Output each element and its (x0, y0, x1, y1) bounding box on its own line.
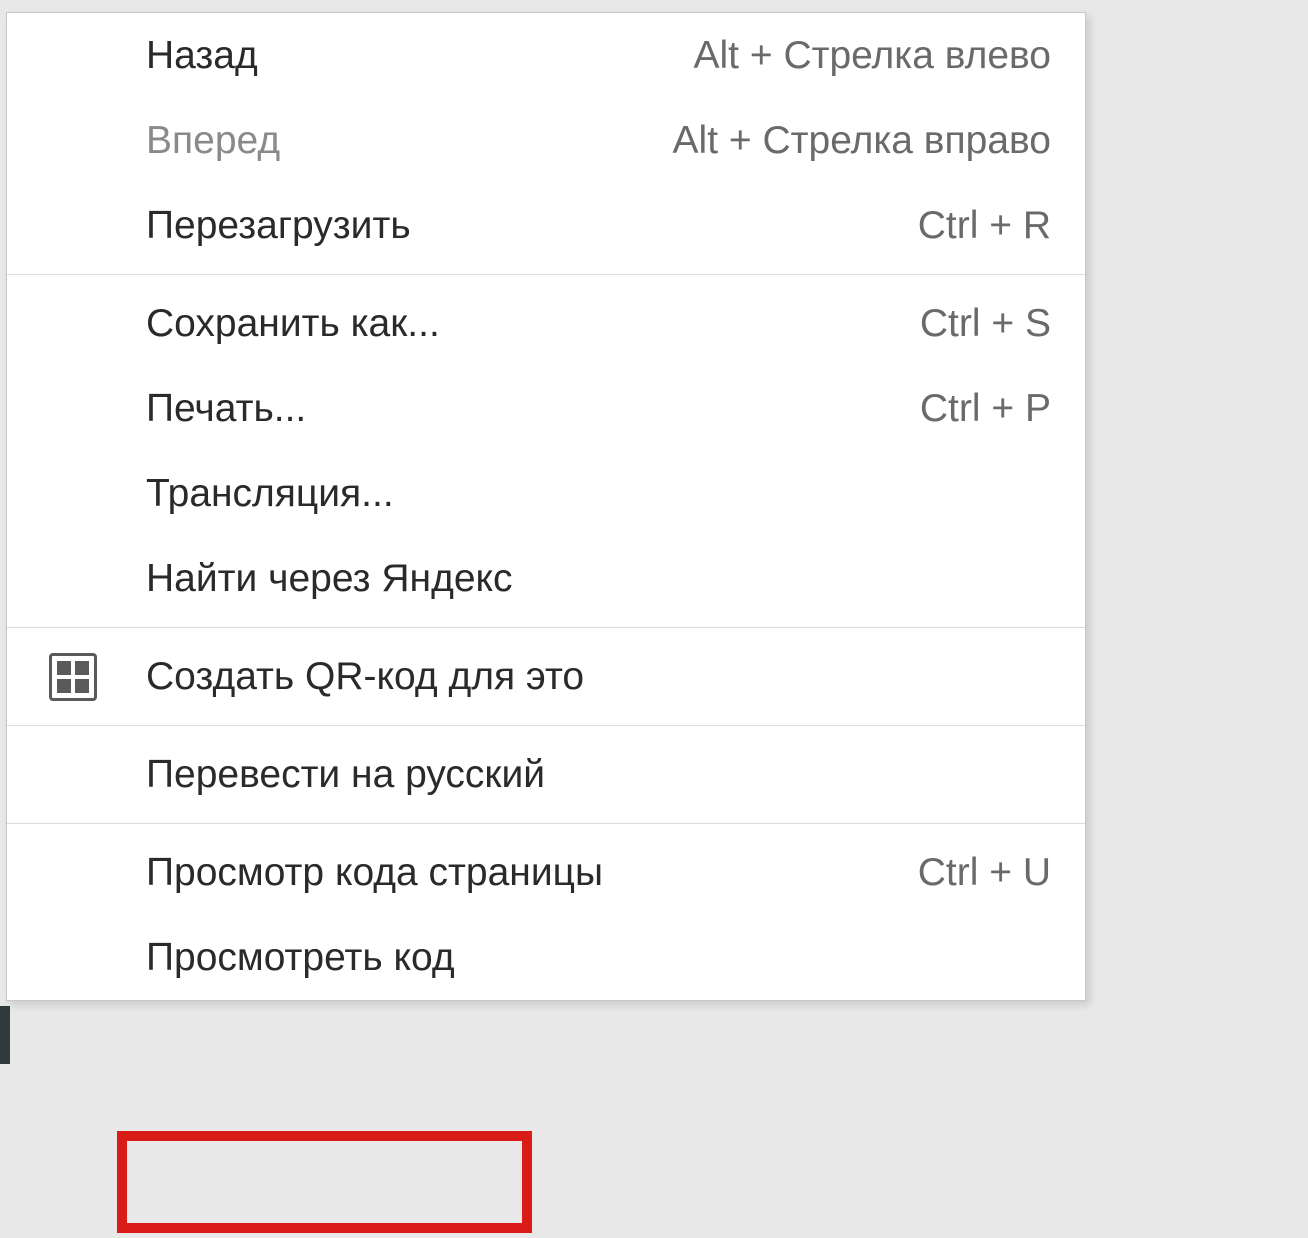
menu-item-back[interactable]: Назад Alt + Стрелка влево (7, 13, 1085, 98)
separator (7, 725, 1085, 726)
menu-item-label: Печать... (146, 387, 920, 431)
menu-item-forward: Вперед Alt + Стрелка вправо (7, 98, 1085, 183)
menu-item-label: Найти через Яндекс (146, 557, 1051, 601)
menu-item-label: Вперед (146, 119, 673, 163)
menu-item-shortcut: Ctrl + R (918, 204, 1061, 248)
menu-item-shortcut: Alt + Стрелка влево (693, 34, 1061, 78)
separator (7, 823, 1085, 824)
menu-item-label: Просмотреть код (146, 936, 1051, 980)
menu-item-view-source[interactable]: Просмотр кода страницы Ctrl + U (7, 830, 1085, 915)
menu-item-cast[interactable]: Трансляция... (7, 451, 1085, 536)
menu-item-label: Назад (146, 34, 693, 78)
menu-item-label: Перезагрузить (146, 204, 918, 248)
menu-item-create-qr[interactable]: Создать QR-код для это (7, 634, 1085, 719)
menu-item-shortcut: Ctrl + S (920, 302, 1061, 346)
menu-item-label: Просмотр кода страницы (146, 851, 918, 895)
menu-item-reload[interactable]: Перезагрузить Ctrl + R (7, 183, 1085, 268)
context-menu: Назад Alt + Стрелка влево Вперед Alt + С… (6, 12, 1086, 1001)
background-strip (0, 1006, 10, 1064)
qr-icon (31, 653, 146, 701)
separator (7, 274, 1085, 275)
separator (7, 627, 1085, 628)
menu-item-save-as[interactable]: Сохранить как... Ctrl + S (7, 281, 1085, 366)
menu-item-shortcut: Alt + Стрелка вправо (673, 119, 1061, 163)
menu-item-label: Сохранить как... (146, 302, 920, 346)
menu-item-translate[interactable]: Перевести на русский (7, 732, 1085, 817)
menu-item-shortcut: Ctrl + U (918, 851, 1061, 895)
menu-item-inspect[interactable]: Просмотреть код (7, 915, 1085, 1000)
menu-item-label: Перевести на русский (146, 753, 1051, 797)
menu-item-shortcut: Ctrl + P (920, 387, 1061, 431)
highlight-annotation (117, 1131, 532, 1233)
menu-item-print[interactable]: Печать... Ctrl + P (7, 366, 1085, 451)
menu-item-search-yandex[interactable]: Найти через Яндекс (7, 536, 1085, 621)
menu-item-label: Трансляция... (146, 472, 1051, 516)
menu-item-label: Создать QR-код для это (146, 655, 1051, 699)
